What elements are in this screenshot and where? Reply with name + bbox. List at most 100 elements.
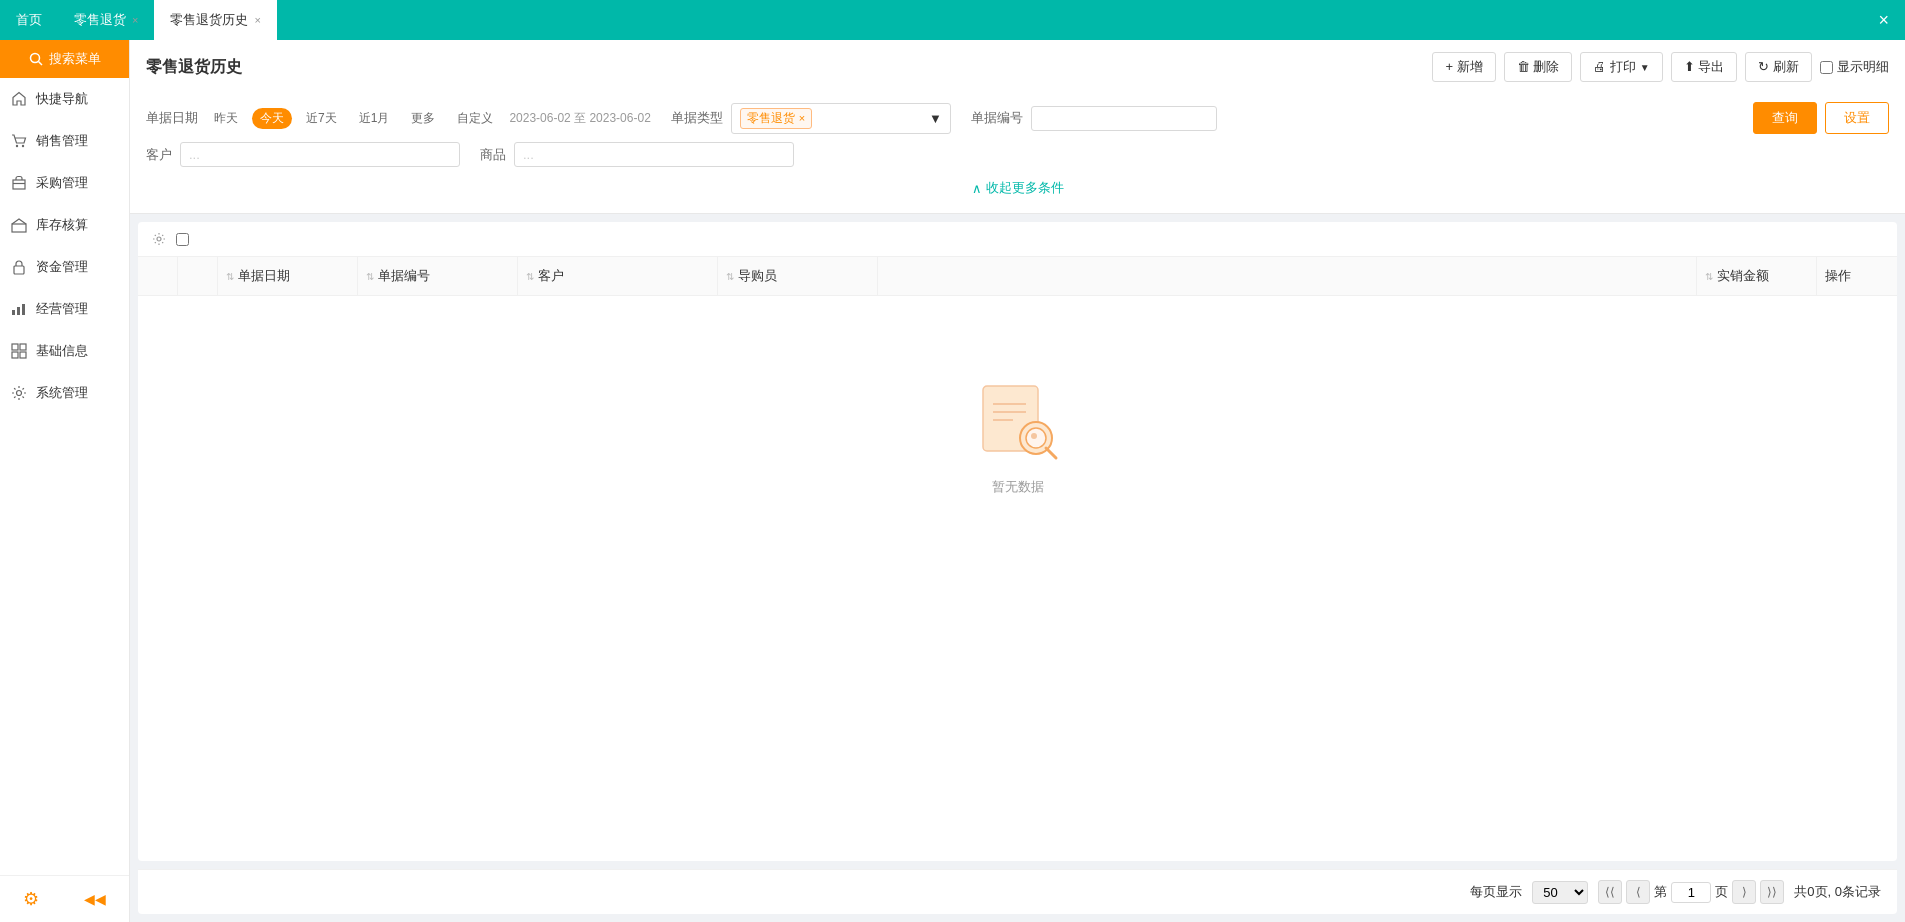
empty-state: 暂无数据	[138, 296, 1897, 576]
display-detail-label: 显示明细	[1837, 58, 1889, 76]
content-area: 零售退货历史 + 新增 🗑 删除 🖨 打印 ▼ ⬆ 导出 ↻ 刷新 显示明细	[130, 40, 1905, 922]
sidebar-item-operations[interactable]: 经营管理	[0, 288, 129, 330]
sidebar-item-purchase-label: 采购管理	[36, 174, 88, 192]
tab-retail-return-close[interactable]: ×	[132, 14, 138, 26]
tab-home[interactable]: 零售退货历史 首页	[0, 0, 58, 40]
delete-button[interactable]: 🗑 删除	[1504, 52, 1573, 82]
doc-type-filter: 单据类型 零售退货 × ▼	[671, 103, 951, 134]
svg-point-3	[22, 145, 24, 147]
collapse-button[interactable]: ∧ 收起更多条件	[972, 179, 1064, 197]
tab-retail-return-label: 零售退货	[74, 11, 126, 29]
date-custom-btn[interactable]: 自定义	[449, 108, 501, 129]
tab-retail-return-history-close[interactable]: ×	[254, 14, 260, 26]
goods-select[interactable]: ...	[514, 142, 794, 167]
settings-icon	[10, 384, 28, 402]
sort-no-icon[interactable]: ⇅	[366, 271, 374, 282]
sidebar-item-inventory[interactable]: 库存核算	[0, 204, 129, 246]
audio-icon[interactable]: ◀◀	[84, 891, 106, 907]
sidebar-item-system[interactable]: 系统管理	[0, 372, 129, 414]
svg-rect-8	[12, 310, 15, 315]
main-layout: 搜索菜单 快捷导航 销售管理 采购管理 库存核算	[0, 40, 1905, 922]
svg-rect-13	[12, 352, 18, 358]
sidebar-item-sales-label: 销售管理	[36, 132, 88, 150]
svg-point-0	[30, 54, 39, 63]
print-button[interactable]: 🖨 打印 ▼	[1580, 52, 1663, 82]
sort-date-icon[interactable]: ⇅	[226, 271, 234, 282]
date-yesterday-btn[interactable]: 昨天	[206, 108, 246, 129]
svg-rect-12	[20, 344, 26, 350]
display-detail-checkbox[interactable]	[1820, 61, 1833, 74]
sidebar-item-quick-nav-label: 快捷导航	[36, 90, 88, 108]
sort-customer-icon[interactable]: ⇅	[526, 271, 534, 282]
doc-type-select[interactable]: 零售退货 × ▼	[731, 103, 951, 134]
date-today-btn[interactable]: 今天	[252, 108, 292, 129]
th-spacer	[878, 257, 1697, 295]
doc-type-tag-close[interactable]: ×	[799, 112, 805, 124]
filter-area: 单据日期 昨天 今天 近7天 近1月 更多 自定义 2023-06-02 至 2…	[146, 94, 1889, 213]
page-number-input[interactable]	[1671, 882, 1711, 903]
table-settings-icon[interactable]	[150, 230, 168, 248]
svg-rect-6	[12, 224, 26, 232]
sidebar-search[interactable]: 搜索菜单	[0, 40, 129, 78]
sidebar-item-sales[interactable]: 销售管理	[0, 120, 129, 162]
sort-guide-icon[interactable]: ⇅	[726, 271, 734, 282]
lock-icon	[10, 258, 28, 276]
doc-type-tag-text: 零售退货	[747, 110, 795, 127]
first-page-button[interactable]: ⟨⟨	[1598, 880, 1622, 904]
date-more-btn[interactable]: 更多	[403, 108, 443, 129]
window-close-button[interactable]: ×	[1862, 10, 1905, 31]
export-button[interactable]: ⬆ 导出	[1671, 52, 1738, 82]
sort-amount-icon[interactable]: ⇅	[1705, 271, 1713, 282]
new-button[interactable]: + 新增	[1432, 52, 1495, 82]
warehouse-icon	[10, 216, 28, 234]
svg-line-1	[38, 62, 42, 66]
prev-page-button[interactable]: ⟨	[1626, 880, 1650, 904]
customer-placeholder: ...	[189, 147, 200, 162]
gear-bottom-icon[interactable]: ⚙	[23, 888, 39, 910]
date-1month-btn[interactable]: 近1月	[351, 108, 398, 129]
sidebar-item-purchase[interactable]: 采购管理	[0, 162, 129, 204]
customer-select[interactable]: ...	[180, 142, 460, 167]
select-all-checkbox[interactable]	[176, 233, 189, 246]
sidebar-item-basic-info-label: 基础信息	[36, 342, 88, 360]
query-setting-buttons: 查询 设置	[1753, 102, 1889, 134]
doc-type-dropdown-icon: ▼	[929, 111, 942, 126]
sidebar-item-finance-label: 资金管理	[36, 258, 88, 276]
sidebar-item-finance[interactable]: 资金管理	[0, 246, 129, 288]
search-icon	[29, 52, 43, 66]
empty-text: 暂无数据	[992, 478, 1044, 496]
display-detail-checkbox-container: 显示明细	[1820, 58, 1889, 76]
tab-retail-return[interactable]: 零售退货 ×	[58, 0, 154, 40]
sidebar-item-system-label: 系统管理	[36, 384, 88, 402]
setting-button[interactable]: 设置	[1825, 102, 1889, 134]
query-button[interactable]: 查询	[1753, 102, 1817, 134]
page-title-row: 零售退货历史 + 新增 🗑 删除 🖨 打印 ▼ ⬆ 导出 ↻ 刷新 显示明细	[146, 52, 1889, 82]
tab-retail-return-history[interactable]: 零售退货历史 ×	[154, 0, 276, 40]
svg-point-2	[16, 145, 18, 147]
cart-icon	[10, 132, 28, 150]
box-icon	[10, 174, 28, 192]
tab-home-label: 首页	[16, 11, 42, 29]
doc-no-filter: 单据编号	[971, 106, 1217, 131]
svg-point-24	[1031, 433, 1037, 439]
grid-icon	[10, 342, 28, 360]
next-page-button[interactable]: ⟩	[1732, 880, 1756, 904]
page-label: 第	[1654, 883, 1667, 901]
last-page-button[interactable]: ⟩⟩	[1760, 880, 1784, 904]
table-section: ⇅ 单据日期 ⇅ 单据编号 ⇅ 客户 ⇅ 导购员 ⇅	[138, 222, 1897, 861]
th-amount: ⇅ 实销金额	[1697, 257, 1817, 295]
doc-no-input[interactable]	[1031, 106, 1217, 131]
per-page-select[interactable]: 50 10 20 100	[1532, 881, 1588, 904]
print-label: 🖨 打印	[1593, 58, 1636, 76]
collapse-up-icon: ∧	[972, 181, 982, 196]
sidebar-item-basic-info[interactable]: 基础信息	[0, 330, 129, 372]
filter-row-1: 单据日期 昨天 今天 近7天 近1月 更多 自定义 2023-06-02 至 2…	[146, 102, 1889, 134]
svg-rect-14	[20, 352, 26, 358]
tab-retail-return-history-label: 零售退货历史	[170, 11, 248, 29]
chart-icon	[10, 300, 28, 318]
sidebar-item-quick-nav[interactable]: 快捷导航	[0, 78, 129, 120]
refresh-button[interactable]: ↻ 刷新	[1745, 52, 1812, 82]
svg-rect-10	[22, 304, 25, 315]
sidebar-bottom: ⚙ ◀◀	[0, 875, 129, 922]
date-7days-btn[interactable]: 近7天	[298, 108, 345, 129]
